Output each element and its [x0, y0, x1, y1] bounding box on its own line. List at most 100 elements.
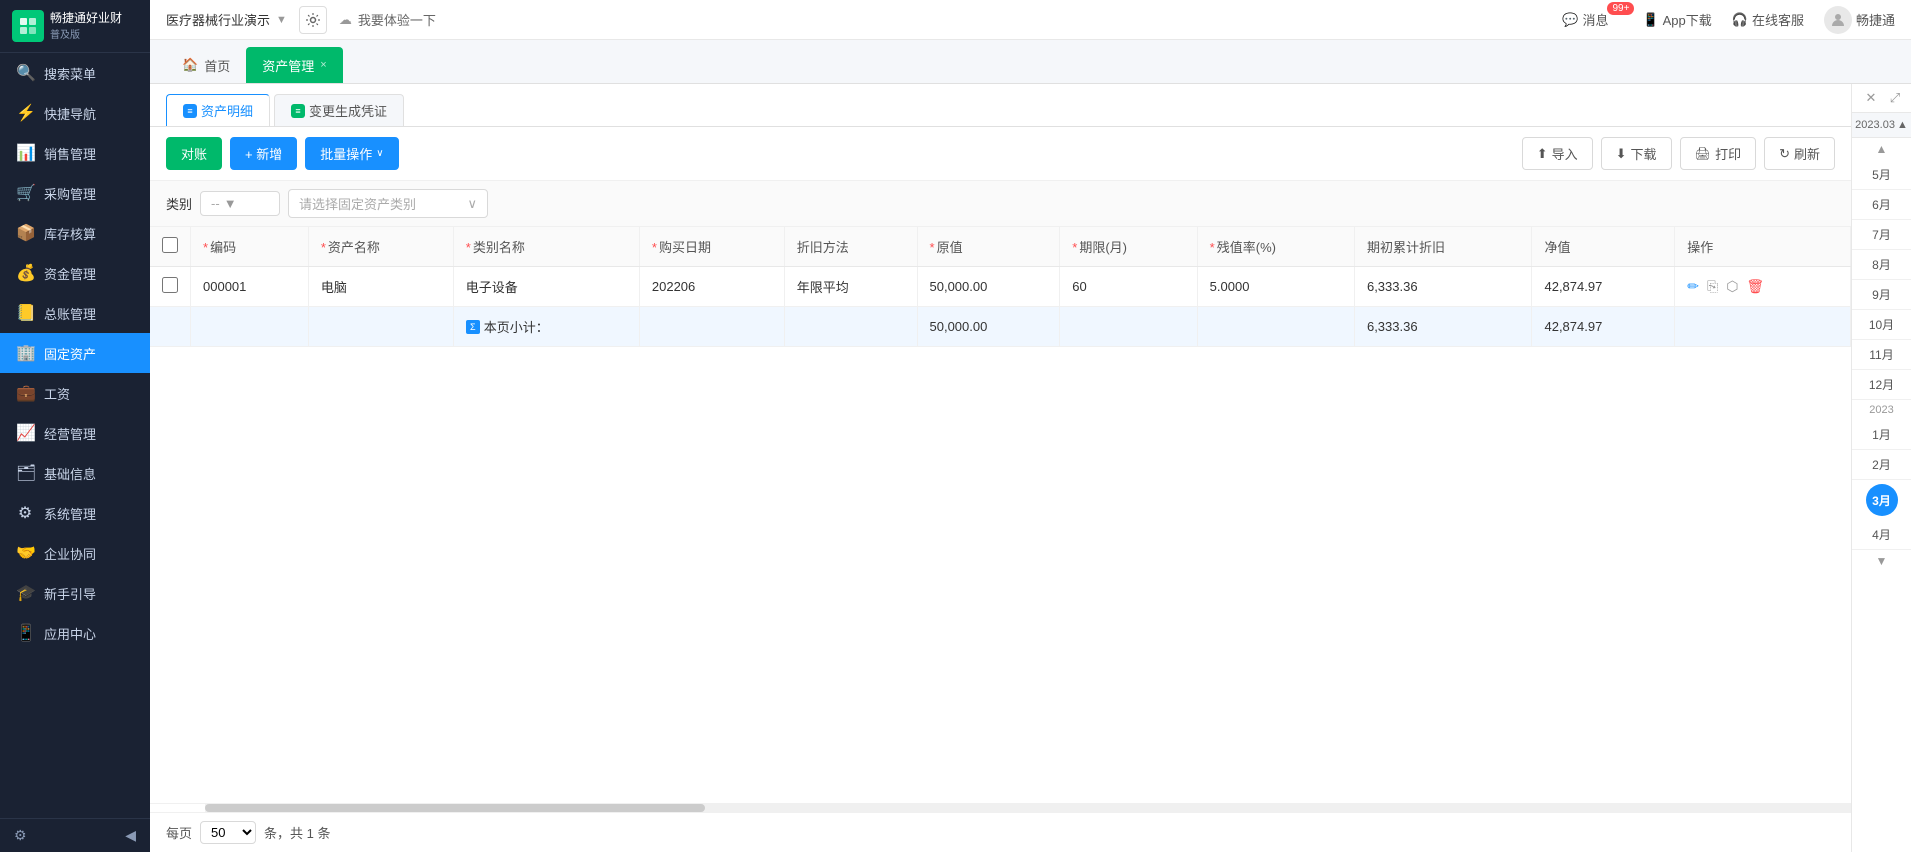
messages-button[interactable]: 💬 消息 99+: [1562, 10, 1622, 29]
app-download-button[interactable]: 📱 App下载: [1642, 10, 1711, 29]
export-button[interactable]: ⬡: [1726, 278, 1738, 295]
calendar-down-button[interactable]: ▼: [1872, 550, 1892, 572]
tab-home-label: 首页: [204, 56, 230, 75]
new-button[interactable]: + 新增: [230, 137, 297, 170]
calendar-up-button[interactable]: ▲: [1872, 138, 1892, 160]
col-purchase-date: *购买日期: [639, 227, 784, 267]
cal-month-3-wrapper: 3月: [1852, 480, 1911, 520]
sidebar-item-quick-nav[interactable]: ⚡ 快捷导航: [0, 93, 150, 133]
expand-panel-button[interactable]: ⤢: [1885, 88, 1905, 108]
sidebar-item-app-center[interactable]: 📱 应用中心: [0, 613, 150, 653]
cal-month-10[interactable]: 10月: [1852, 310, 1911, 340]
row-operations: ✏ ⎘ ⬡ 🗑: [1687, 278, 1838, 295]
subtab-asset-detail[interactable]: ≡ 资产明细: [166, 94, 270, 126]
sidebar-item-purchase[interactable]: 🛒 采购管理: [0, 173, 150, 213]
download-icon: 📱: [1642, 12, 1658, 28]
online-service-button[interactable]: 🎧 在线客服: [1732, 10, 1804, 29]
select-all-checkbox[interactable]: [162, 237, 178, 253]
basic-info-icon: 🗂: [16, 463, 34, 483]
import-button[interactable]: ⬆ 导入: [1522, 137, 1593, 170]
cal-month-5[interactable]: 5月: [1852, 160, 1911, 190]
col-code: *编码: [191, 227, 309, 267]
cal-month-6[interactable]: 6月: [1852, 190, 1911, 220]
reconcile-label: 对账: [181, 144, 207, 163]
tab-close-button[interactable]: ×: [320, 59, 326, 71]
sidebar-item-enterprise[interactable]: 🤝 企业协同: [0, 533, 150, 573]
sidebar-label-sales: 销售管理: [44, 144, 96, 163]
sidebar-item-operations[interactable]: 📈 经营管理: [0, 413, 150, 453]
batch-dropdown-arrow: ∨: [376, 148, 383, 159]
row-checkbox[interactable]: [162, 277, 178, 293]
search-icon: 🔍: [16, 63, 34, 83]
sidebar-label-ledger: 总账管理: [44, 304, 96, 323]
refresh-icon: ↻: [1779, 146, 1790, 162]
topbar-right: 💬 消息 99+ 📱 App下载 🎧 在线客服 畅捷通: [1562, 6, 1895, 34]
download-button[interactable]: ⬇ 下载: [1601, 137, 1672, 170]
refresh-button[interactable]: ↻ 刷新: [1764, 137, 1835, 170]
calendar-panel: ✕ ⤢ 2023.03 ▲ ▲ 5月 6月 7月 8月 9月 10月 11月 1…: [1851, 84, 1911, 852]
cal-month-current[interactable]: 3月: [1866, 484, 1898, 516]
per-page-label: 每页: [166, 823, 192, 842]
app-download-label: App下载: [1663, 10, 1712, 29]
row-ops-cell: ✏ ⎘ ⬡ 🗑: [1675, 267, 1851, 307]
sidebar-label-enterprise: 企业协同: [44, 544, 96, 563]
print-button[interactable]: 🖨 打印: [1680, 137, 1757, 170]
subtotal-original-value: 50,000.00: [917, 307, 1060, 347]
sidebar-item-guide[interactable]: 🎓 新手引导: [0, 573, 150, 613]
subtab-voucher-generation[interactable]: ≡ 变更生成凭证: [274, 94, 404, 126]
row-accumulated-depreciation: 6,333.36: [1354, 267, 1532, 307]
sidebar-logo: 畅捷通好业财 普及版: [0, 0, 150, 53]
cal-month-1[interactable]: 1月: [1852, 420, 1911, 450]
reconcile-button[interactable]: 对账: [166, 137, 222, 170]
sidebar-item-finance[interactable]: 💰 资金管理: [0, 253, 150, 293]
sidebar-bottom: ⚙ ◀: [0, 818, 150, 852]
sidebar-item-search[interactable]: 🔍 搜索菜单: [0, 53, 150, 93]
operations-icon: 📈: [16, 423, 34, 443]
company-selector[interactable]: 医疗器械行业演示 ▼: [166, 10, 287, 29]
settings-button[interactable]: ⚙: [14, 827, 27, 844]
cal-month-2[interactable]: 2月: [1852, 450, 1911, 480]
sidebar-item-system[interactable]: ⚙ 系统管理: [0, 493, 150, 533]
sidebar-scroll: 🔍 搜索菜单 ⚡ 快捷导航 📊 销售管理 🛒 采购管理 📦 库存核算 💰 资金管…: [0, 53, 150, 818]
close-panel-button[interactable]: ✕: [1861, 88, 1881, 108]
scrollbar-area: [150, 803, 1851, 812]
sidebar-label-salary: 工资: [44, 384, 70, 403]
edit-button[interactable]: ✏: [1687, 278, 1699, 295]
cal-month-7[interactable]: 7月: [1852, 220, 1911, 250]
tabbar: 🏠 首页 资产管理 ×: [150, 40, 1911, 84]
cal-month-12[interactable]: 12月: [1852, 370, 1911, 400]
cal-month-9[interactable]: 9月: [1852, 280, 1911, 310]
download-icon: ⬇: [1616, 146, 1627, 162]
cal-month-4[interactable]: 4月: [1852, 520, 1911, 550]
collapse-button[interactable]: ◀: [125, 827, 136, 844]
topbar: 医疗器械行业演示 ▼ ☁ 我要体验一下 💬 消息 99+ 📱 App下载 🎧 在…: [150, 0, 1911, 40]
sidebar-item-salary[interactable]: 💼 工资: [0, 373, 150, 413]
sidebar-item-sales[interactable]: 📊 销售管理: [0, 133, 150, 173]
tab-asset-management[interactable]: 资产管理 ×: [246, 47, 342, 83]
category-detail-select[interactable]: 请选择固定资产类别 ∨: [288, 189, 488, 218]
cloud-icon: ☁: [339, 12, 352, 28]
refresh-label: 刷新: [1794, 144, 1820, 163]
col-period: *期限(月): [1060, 227, 1197, 267]
sidebar-item-inventory[interactable]: 📦 库存核算: [0, 213, 150, 253]
delete-button[interactable]: 🗑: [1746, 278, 1764, 295]
cal-month-8[interactable]: 8月: [1852, 250, 1911, 280]
logo-text: 畅捷通好业财 普及版: [50, 11, 122, 42]
batch-button[interactable]: 批量操作 ∨: [305, 137, 398, 170]
sidebar-item-fixed-assets[interactable]: 🏢 固定资产: [0, 333, 150, 373]
sidebar-item-ledger[interactable]: 📒 总账管理: [0, 293, 150, 333]
sidebar-label-quick-nav: 快捷导航: [44, 104, 96, 123]
cal-month-11[interactable]: 11月: [1852, 340, 1911, 370]
import-label: 导入: [1552, 144, 1578, 163]
new-label: + 新增: [245, 144, 282, 163]
sidebar-item-basic-info[interactable]: 🗂 基础信息: [0, 453, 150, 493]
calendar-up-icon: ▲: [1897, 119, 1908, 131]
tab-home[interactable]: 🏠 首页: [166, 47, 246, 83]
per-page-select[interactable]: 50 100 200: [200, 821, 256, 844]
horizontal-scrollbar[interactable]: [205, 804, 1851, 812]
experience-button[interactable]: ☁ 我要体验一下: [339, 10, 436, 29]
user-menu[interactable]: 畅捷通: [1824, 6, 1895, 34]
category-select[interactable]: -- ▼: [200, 191, 280, 216]
copy-button[interactable]: ⎘: [1707, 278, 1718, 295]
settings-button[interactable]: [299, 6, 327, 34]
